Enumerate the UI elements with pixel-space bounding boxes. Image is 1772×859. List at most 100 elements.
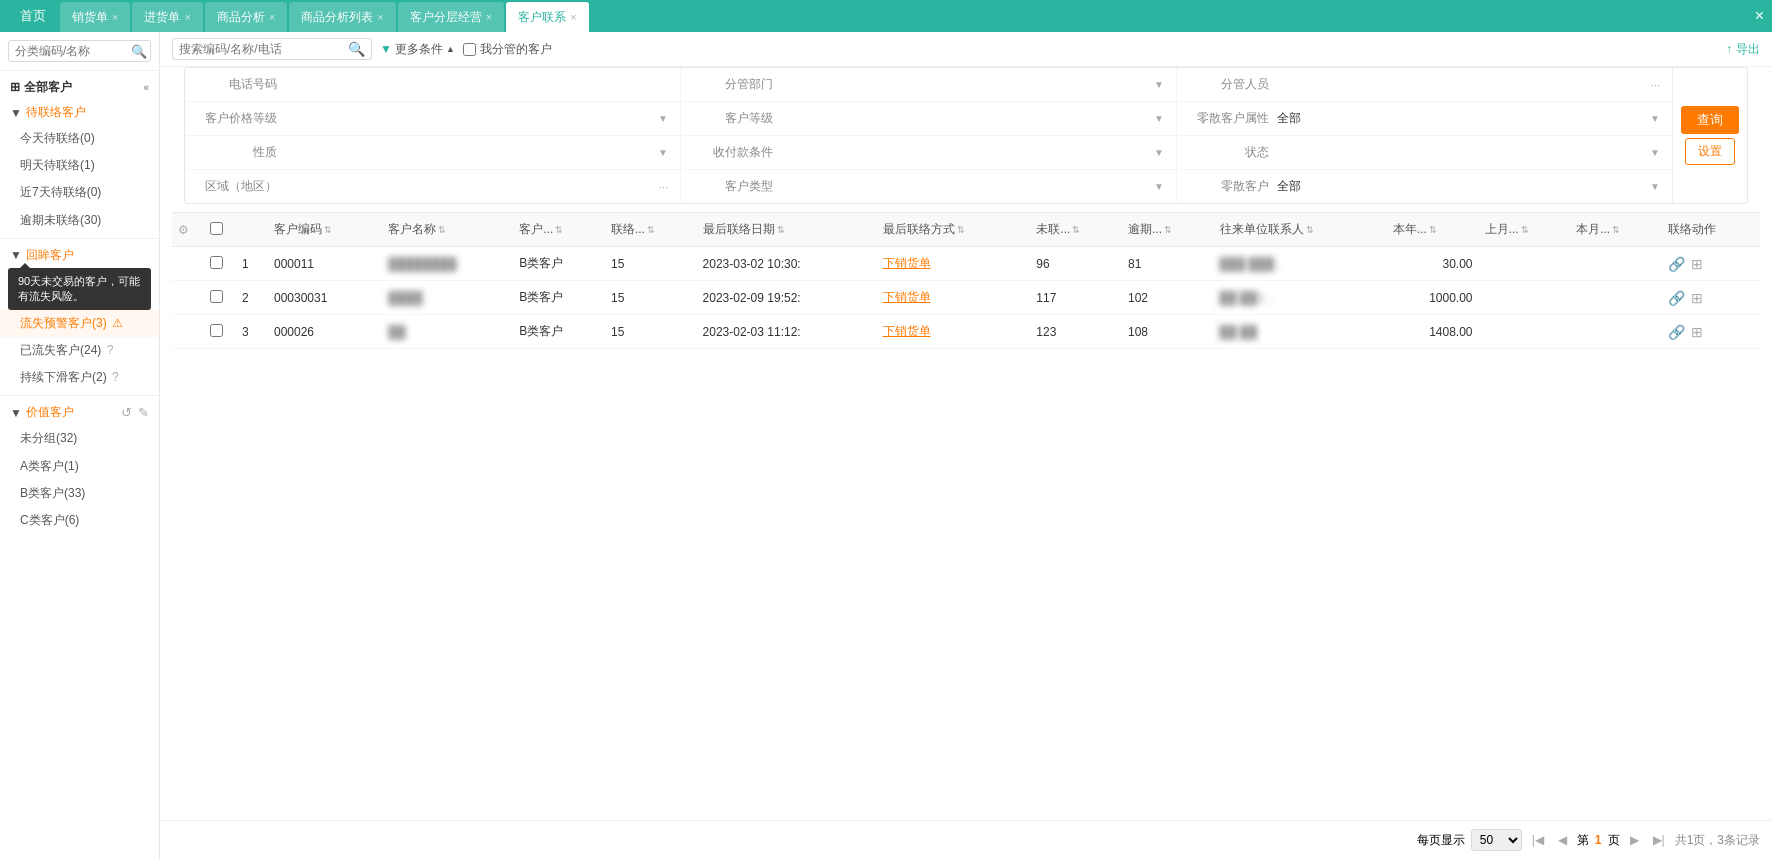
region-more-icon[interactable]: ··· <box>659 181 668 193</box>
column-settings-icon[interactable]: ⚙ <box>178 223 189 237</box>
row-contact-cell: 15 <box>605 315 697 349</box>
status-select[interactable]: ▼ <box>1277 147 1660 158</box>
section-pending-contact[interactable]: ▼ 待联络客户 <box>0 100 159 125</box>
dept-select[interactable]: ▼ <box>781 79 1164 90</box>
col-contact[interactable]: 联络...⇅ <box>605 213 697 247</box>
sidebar-item-overdue[interactable]: 逾期未联络(30) <box>0 207 159 234</box>
main-layout: 🔍 ⊞全部客户 « ▼ 待联络客户 今天待联络(0) 明天待联络(1) 近7天待… <box>0 32 1772 859</box>
col-last-month[interactable]: 上月...⇅ <box>1479 213 1571 247</box>
close-salesorder-icon[interactable]: × <box>112 2 118 32</box>
next-page-btn[interactable]: ▶ <box>1626 831 1643 849</box>
row-checkbox[interactable] <box>210 290 223 303</box>
main-search-input[interactable] <box>179 42 348 56</box>
sidebar-item-ungrouped[interactable]: 未分组(32) <box>0 425 159 452</box>
sidebar-item-declining[interactable]: 持续下滑客户(2) ? <box>0 364 159 391</box>
contact-way-link[interactable]: 下销货单 <box>883 290 931 304</box>
home-tab[interactable]: 首页 <box>8 0 58 32</box>
col-overdue[interactable]: 逾期...⇅ <box>1122 213 1214 247</box>
close-product-list-icon[interactable]: × <box>377 2 383 32</box>
table-wrap: ⚙ 客户编码⇅ 客户名称⇅ 客户...⇅ 联络...⇅ 最后联络日期⇅ 最后联络… <box>160 212 1772 812</box>
settings-button[interactable]: 设置 <box>1685 138 1735 165</box>
price-tier-select[interactable]: ▼ <box>285 113 668 124</box>
sidebar-item-churned[interactable]: 已流失客户(24) ? <box>0 337 159 364</box>
filter-nature: 性质 ▼ <box>185 136 681 169</box>
retail-customer-arrow-icon: ▼ <box>1650 181 1660 192</box>
filter-price-tier: 客户价格等级 ▼ <box>185 102 681 135</box>
close-customer-contact-icon[interactable]: × <box>570 2 576 32</box>
sidebar-item-tomorrow[interactable]: 明天待联络(1) <box>0 152 159 179</box>
close-window-icon[interactable]: × <box>1755 7 1764 25</box>
filter-bar: 🔍 ▼ 更多条件 ▲ 我分管的客户 ↑ 导出 <box>160 32 1772 67</box>
horizontal-scrollbar[interactable] <box>160 812 1772 820</box>
grid-action-icon[interactable]: ⊞ <box>1691 290 1703 306</box>
retail-attr-select[interactable]: ▼ <box>1305 113 1660 124</box>
link-action-icon[interactable]: 🔗 <box>1668 256 1685 272</box>
col-last-contact-way[interactable]: 最后联络方式⇅ <box>877 213 1031 247</box>
grid-action-icon[interactable]: ⊞ <box>1691 256 1703 272</box>
first-page-btn[interactable]: |◀ <box>1528 831 1548 849</box>
col-uncontacted[interactable]: 未联...⇅ <box>1030 213 1122 247</box>
close-product-analysis-icon[interactable]: × <box>269 2 275 32</box>
tab-purchaseorder[interactable]: 进货单 × <box>132 2 202 32</box>
col-name[interactable]: 客户名称⇅ <box>382 213 513 247</box>
manager-more-icon[interactable]: ··· <box>1651 79 1660 91</box>
phone-input[interactable] <box>285 78 668 92</box>
my-customers-filter[interactable]: 我分管的客户 <box>463 41 552 58</box>
tab-product-analysis[interactable]: 商品分析 × <box>205 2 287 32</box>
churn-tooltip: 90天未交易的客户，可能有流失风险。 <box>8 268 151 310</box>
row-code-cell: 00030031 <box>268 281 382 315</box>
select-all-checkbox[interactable] <box>210 222 223 235</box>
filter-fields: 电话号码 分管部门 ▼ 分管人员 <box>185 68 1672 203</box>
col-code[interactable]: 客户编码⇅ <box>268 213 382 247</box>
payment-select[interactable]: ▼ <box>781 147 1164 158</box>
manager-input[interactable] <box>1277 78 1651 92</box>
sidebar-item-7days[interactable]: 近7天待联络(0) <box>0 179 159 206</box>
region-input[interactable] <box>285 180 659 194</box>
customer-type-select[interactable]: ▼ <box>781 181 1164 192</box>
sidebar-item-today[interactable]: 今天待联络(0) <box>0 125 159 152</box>
export-button[interactable]: ↑ 导出 <box>1726 41 1760 58</box>
col-this-year[interactable]: 本年...⇅ <box>1387 213 1479 247</box>
row-checkbox[interactable] <box>210 324 223 337</box>
sidebar-search-input[interactable] <box>8 40 151 62</box>
my-customers-checkbox[interactable] <box>463 43 476 56</box>
col-this-month[interactable]: 本月...⇅ <box>1570 213 1662 247</box>
row-checkbox[interactable] <box>210 256 223 269</box>
sidebar-search-icon[interactable]: 🔍 <box>131 44 147 59</box>
sidebar-item-class-a[interactable]: A类客户(1) <box>0 453 159 480</box>
section-value-customers[interactable]: ▼ 价值客户 ↺ ✎ <box>0 400 159 425</box>
table-row: 2 00030031 ████ B类客户 15 2023-02-09 19:52… <box>172 281 1760 315</box>
search-wrap: 🔍 <box>172 38 372 60</box>
tab-salesorder[interactable]: 销货单 × <box>60 2 130 32</box>
retail-customer-select[interactable]: ▼ <box>1305 181 1660 192</box>
contact-way-link[interactable]: 下销货单 <box>883 256 931 270</box>
sidebar-item-class-b[interactable]: B类客户(33) <box>0 480 159 507</box>
sort-lastmonth-icon: ⇅ <box>1521 225 1529 235</box>
main-search-icon[interactable]: 🔍 <box>348 41 365 57</box>
more-conditions-btn[interactable]: ▼ 更多条件 ▲ <box>380 41 455 58</box>
col-related-person[interactable]: 往来单位联系人⇅ <box>1214 213 1387 247</box>
col-settings[interactable]: ⚙ <box>172 213 204 247</box>
sidebar-item-churn-warning[interactable]: 流失预警客户(3) ⚠ <box>0 310 159 337</box>
row-index-cell: 3 <box>236 315 268 349</box>
customer-tier-select[interactable]: ▼ <box>781 113 1164 124</box>
tab-customer-contact[interactable]: 客户联系 × <box>506 2 588 32</box>
tab-customer-tier[interactable]: 客户分层经营 × <box>398 2 504 32</box>
per-page-select[interactable]: 50 100 200 <box>1471 829 1522 851</box>
nature-select[interactable]: ▼ <box>285 147 668 158</box>
query-button[interactable]: 查询 <box>1681 106 1739 134</box>
link-action-icon[interactable]: 🔗 <box>1668 290 1685 306</box>
link-action-icon[interactable]: 🔗 <box>1668 324 1685 340</box>
close-purchaseorder-icon[interactable]: × <box>184 2 190 32</box>
close-customer-tier-icon[interactable]: × <box>486 2 492 32</box>
contact-way-link[interactable]: 下销货单 <box>883 324 931 338</box>
prev-page-btn[interactable]: ◀ <box>1554 831 1571 849</box>
col-last-contact-date[interactable]: 最后联络日期⇅ <box>697 213 877 247</box>
col-type[interactable]: 客户...⇅ <box>513 213 605 247</box>
tab-product-analysis-list[interactable]: 商品分析列表 × <box>289 2 395 32</box>
grid-action-icon[interactable]: ⊞ <box>1691 324 1703 340</box>
row-person-cell: ██ ██ <box>1214 315 1387 349</box>
sidebar-item-class-c[interactable]: C类客户(6) <box>0 507 159 534</box>
collapse-icon[interactable]: « <box>143 82 149 93</box>
last-page-btn[interactable]: ▶| <box>1649 831 1669 849</box>
